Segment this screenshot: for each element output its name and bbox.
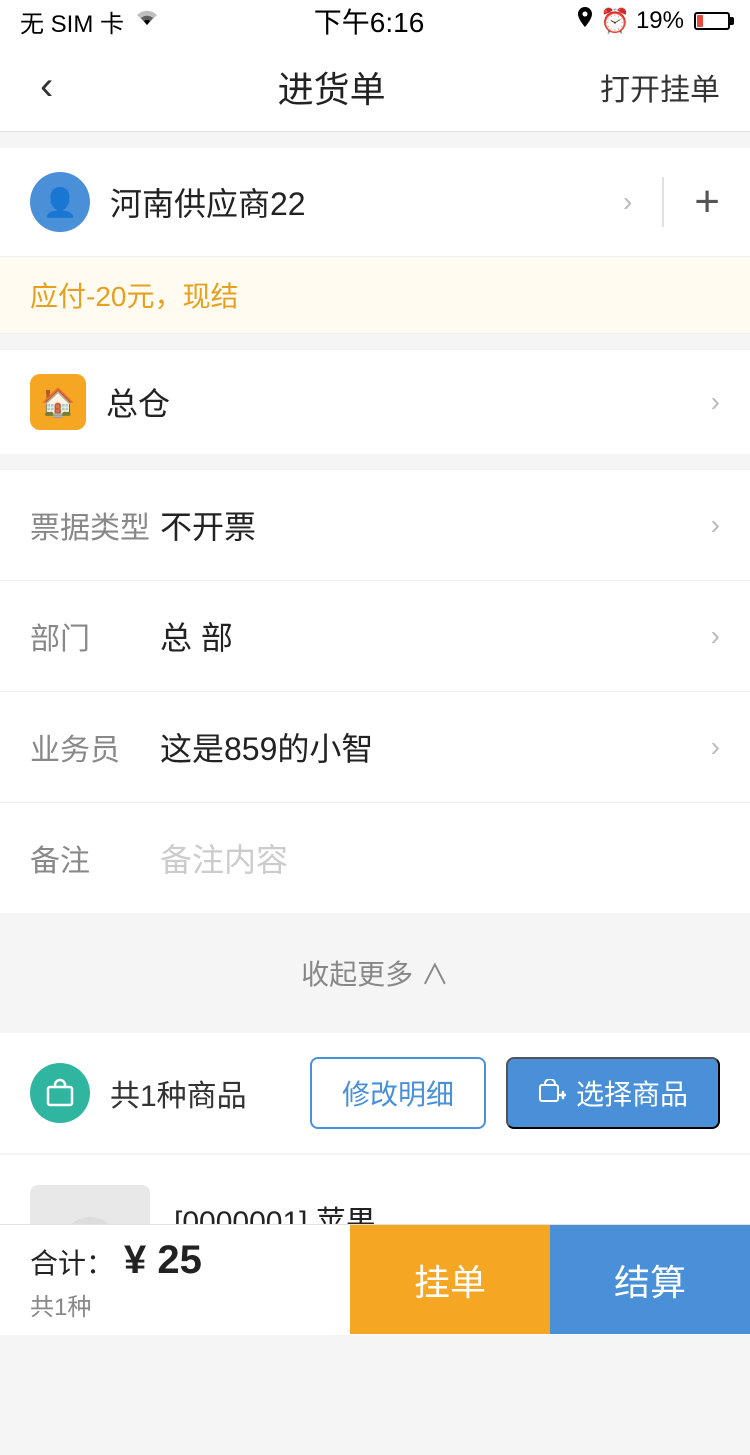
bottom-bar: 合计： ¥ 25 共1种 挂单 结算 <box>0 1224 750 1334</box>
bottom-total: 合计： ¥ 25 共1种 <box>0 1225 350 1334</box>
edit-detail-button[interactable]: 修改明细 <box>310 1057 486 1129</box>
battery-icon <box>694 12 730 30</box>
supplier-notice: 应付-20元，现结 <box>0 257 750 334</box>
wifi-icon <box>132 7 162 36</box>
supplier-add-button[interactable]: + <box>694 180 720 224</box>
products-count: 共1种商品 <box>110 1071 290 1115</box>
total-label: 合计： <box>30 1242 114 1282</box>
form-row-note[interactable]: 备注 备注内容 <box>0 803 750 913</box>
products-header: 共1种商品 修改明细 选择商品 <box>0 1033 750 1153</box>
note-label: 备注 <box>30 836 150 880</box>
form-card: 票据类型 不开票 › 部门 总 部 › 业务员 这是859的小智 › 备注 备注… <box>0 470 750 913</box>
form-row-salesperson[interactable]: 业务员 这是859的小智 › <box>0 692 750 803</box>
ticket-label: 票据类型 <box>30 503 150 547</box>
alarm-icon: ⏰ <box>600 7 630 36</box>
dept-chevron: › <box>711 620 720 652</box>
avatar-icon: 👤 <box>43 186 78 219</box>
sim-label: 无 SIM 卡 <box>20 4 124 39</box>
status-right: ⏰ 19% <box>576 7 730 36</box>
salesperson-chevron: › <box>711 731 720 763</box>
status-left: 无 SIM 卡 <box>20 4 162 39</box>
supplier-chevron: › <box>623 186 632 218</box>
status-bar: 无 SIM 卡 下午6:16 ⏰ 19% <box>0 0 750 42</box>
warehouse-row[interactable]: 🏠 总仓 › <box>0 350 750 454</box>
collapse-label: 收起更多 ∧ <box>301 953 449 993</box>
open-hang-button[interactable]: 打开挂单 <box>600 65 720 109</box>
spacer-1 <box>0 132 750 148</box>
ticket-chevron: › <box>711 509 720 541</box>
products-icon <box>30 1063 90 1123</box>
warehouse-chevron: › <box>711 386 720 418</box>
supplier-card: 👤 河南供应商22 › + 应付-20元，现结 <box>0 148 750 334</box>
supplier-divider <box>662 177 664 227</box>
warehouse-card: 🏠 总仓 › <box>0 350 750 454</box>
supplier-name: 河南供应商22 <box>110 179 623 225</box>
bottom-spacer <box>0 1335 750 1455</box>
total-amount: ¥ 25 <box>124 1238 202 1283</box>
supplier-row[interactable]: 👤 河南供应商22 › + <box>0 148 750 257</box>
salesperson-label: 业务员 <box>30 725 150 769</box>
supplier-actions: › + <box>623 177 720 227</box>
nav-bar: ‹ 进货单 打开挂单 <box>0 42 750 132</box>
form-row-dept[interactable]: 部门 总 部 › <box>0 581 750 692</box>
total-count: 共1种 <box>30 1287 320 1322</box>
form-row-ticket[interactable]: 票据类型 不开票 › <box>0 470 750 581</box>
warehouse-icon: 🏠 <box>30 374 86 430</box>
dept-label: 部门 <box>30 614 150 658</box>
note-value: 备注内容 <box>160 835 720 881</box>
back-button[interactable]: ‹ <box>30 54 63 119</box>
select-product-button[interactable]: 选择商品 <box>506 1057 720 1129</box>
hang-button[interactable]: 挂单 <box>350 1225 550 1334</box>
warehouse-name: 总仓 <box>106 379 711 425</box>
ticket-value: 不开票 <box>160 502 711 548</box>
collapse-row[interactable]: 收起更多 ∧ <box>0 929 750 1017</box>
status-time: 下午6:16 <box>314 1 425 41</box>
salesperson-value: 这是859的小智 <box>160 724 711 770</box>
location-icon <box>576 7 594 36</box>
checkout-button[interactable]: 结算 <box>550 1225 750 1334</box>
total-row: 合计： ¥ 25 <box>30 1238 320 1283</box>
dept-value: 总 部 <box>160 613 711 659</box>
battery-percent: 19% <box>636 7 684 35</box>
select-product-label: 选择商品 <box>576 1073 688 1113</box>
page-title: 进货单 <box>278 61 386 113</box>
supplier-avatar: 👤 <box>30 172 90 232</box>
